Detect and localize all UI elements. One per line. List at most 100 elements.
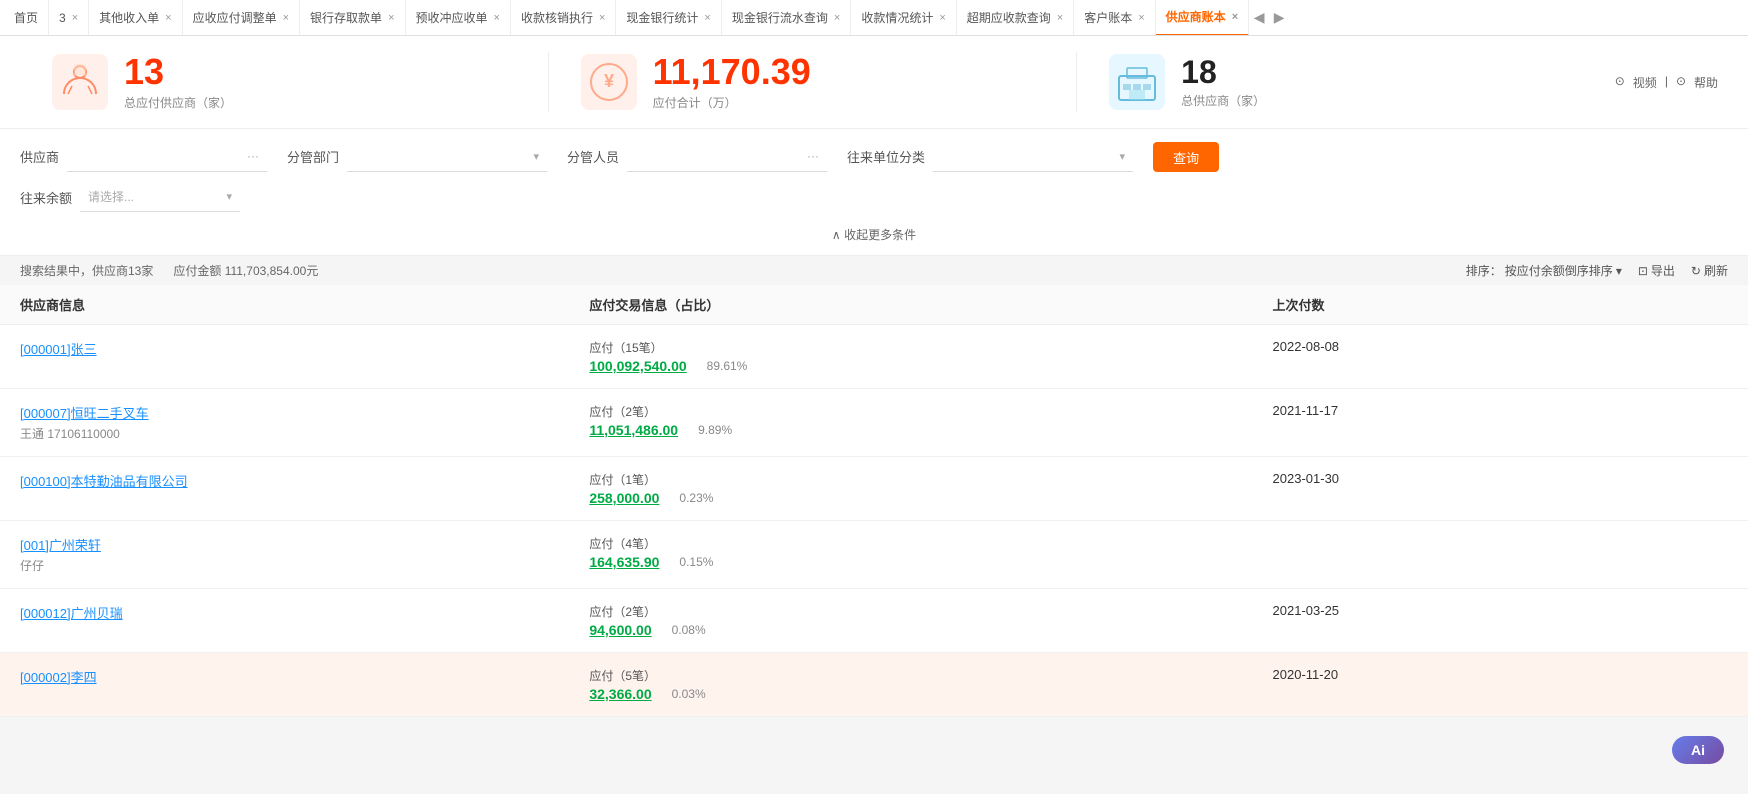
supplier-cell: [001]广州荣轩 仔仔 — [20, 535, 589, 574]
transaction-amount[interactable]: 258,000.00 — [589, 490, 659, 506]
stat-number-payable-total: 11,170.39 — [653, 54, 811, 90]
nav-tab-collection-label: 收款核销执行 — [521, 9, 593, 26]
lastpay-cell: 2022-08-08 — [1273, 339, 1728, 354]
table-body: [000001]张三 应付（15笔） 100,092,540.00 89.61%… — [0, 325, 1748, 717]
stat-card-payable-suppliers: 13 总应付供应商（家） — [20, 52, 549, 112]
nav-tab-prepay[interactable]: 预收冲应收单 × — [406, 0, 511, 36]
lastpay-date: 2020-11-20 — [1273, 667, 1339, 682]
nav-tab-3[interactable]: 3 × — [49, 0, 89, 36]
person-input[interactable] — [627, 141, 807, 171]
close-icon[interactable]: × — [72, 12, 78, 24]
nav-tab-cash-flow[interactable]: 现金银行流水查询 × — [722, 0, 851, 36]
table-row[interactable]: [001]广州荣轩 仔仔 应付（4笔） 164,635.90 0.15% — [0, 521, 1748, 589]
nav-tab-adjustment-label: 应收应付调整单 — [193, 9, 277, 26]
sort-arrow-icon[interactable]: ▾ — [1616, 264, 1622, 278]
close-icon[interactable]: × — [494, 12, 500, 24]
supplier-name-link[interactable]: [000012]广州贝瑞 — [20, 603, 589, 622]
col-header-supplier: 供应商信息 — [20, 295, 589, 314]
transaction-amount[interactable]: 100,092,540.00 — [589, 358, 686, 374]
export-button[interactable]: ⊡ 导出 — [1638, 262, 1675, 279]
nav-left-arrow[interactable]: ◀ — [1249, 0, 1269, 36]
result-amount: 应付金额 111,703,854.00元 — [173, 262, 318, 279]
supplier-cell: [000002]李四 — [20, 667, 589, 686]
collapse-bar[interactable]: ∧ 收起更多条件 — [20, 222, 1728, 247]
amount-row: 94,600.00 0.08% — [589, 622, 1272, 638]
result-info: 搜索结果中，供应商13家 应付金额 111,703,854.00元 — [20, 262, 318, 279]
supplier-name-link[interactable]: [000002]李四 — [20, 667, 589, 686]
table-row[interactable]: [000012]广州贝瑞 应付（2笔） 94,600.00 0.08% 2021… — [0, 589, 1748, 653]
payable-total-icon: ¥ — [579, 52, 639, 112]
query-button[interactable]: 查询 — [1153, 142, 1219, 172]
transaction-amount[interactable]: 11,051,486.00 — [589, 422, 678, 438]
nav-tab-collection[interactable]: 收款核销执行 × — [511, 0, 616, 36]
close-icon[interactable]: × — [1232, 11, 1238, 23]
close-icon[interactable]: × — [704, 12, 710, 24]
stat-card-total-suppliers: 18 总供应商（家） — [1077, 52, 1605, 112]
close-icon[interactable]: × — [939, 12, 945, 24]
transaction-amount[interactable]: 164,635.90 — [589, 554, 659, 570]
lastpay-cell: 2021-03-25 — [1273, 603, 1728, 618]
result-actions: 排序： 按应付余额倒序排序 ▾ ⊡ 导出 ↻ 刷新 — [1466, 262, 1728, 279]
supplier-name-link[interactable]: [000100]本特勤油品有限公司 — [20, 471, 589, 490]
stat-number-total-suppliers: 18 — [1181, 56, 1265, 88]
table-row[interactable]: [000007]恒旺二手叉车 王通 17106110000 应付（2笔） 11,… — [0, 389, 1748, 457]
nav-tab-customer-book[interactable]: 客户账本 × — [1074, 0, 1155, 36]
supplier-input[interactable] — [67, 141, 247, 171]
export-icon: ⊡ — [1638, 264, 1648, 278]
ai-badge[interactable]: Ai — [1672, 736, 1724, 764]
sort-label[interactable]: 按应付余额倒序排序 — [1505, 262, 1613, 279]
balance-filter-label: 往来余额 — [20, 188, 72, 207]
dept-select[interactable]: ▾ — [347, 142, 547, 172]
nav-tab-cash-stat[interactable]: 现金银行统计 × — [616, 0, 721, 36]
transaction-amount[interactable]: 32,366.00 — [589, 686, 651, 702]
close-icon[interactable]: × — [599, 12, 605, 24]
nav-tab-home-label: 首页 — [14, 9, 38, 26]
transaction-cell: 应付（1笔） 258,000.00 0.23% — [589, 471, 1272, 506]
transaction-pct: 0.03% — [672, 687, 706, 701]
svg-text:¥: ¥ — [604, 71, 614, 91]
nav-tab-other-income[interactable]: 其他收入单 × — [89, 0, 182, 36]
supplier-name-link[interactable]: [001]广州荣轩 — [20, 535, 589, 554]
close-icon[interactable]: × — [1057, 12, 1063, 24]
nav-tab-overdue[interactable]: 超期应收款查询 × — [957, 0, 1074, 36]
nav-tab-other-income-label: 其他收入单 — [99, 9, 159, 26]
table-row[interactable]: [000100]本特勤油品有限公司 应付（1笔） 258,000.00 0.23… — [0, 457, 1748, 521]
supplier-name-link[interactable]: [000007]恒旺二手叉车 — [20, 403, 589, 422]
table-row[interactable]: [000002]李四 应付（5笔） 32,366.00 0.03% 2020-1… — [0, 653, 1748, 717]
transaction-row: 应付（2笔） — [589, 403, 1272, 420]
nav-tab-home[interactable]: 首页 — [4, 0, 49, 36]
transaction-cell: 应付（2笔） 94,600.00 0.08% — [589, 603, 1272, 638]
close-icon[interactable]: × — [165, 12, 171, 24]
transaction-row: 应付（2笔） — [589, 603, 1272, 620]
transaction-cell: 应付（2笔） 11,051,486.00 9.89% — [589, 403, 1272, 438]
close-icon[interactable]: × — [388, 12, 394, 24]
transaction-info: 应付（4笔） 164,635.90 0.15% — [589, 535, 1272, 570]
transaction-amount[interactable]: 94,600.00 — [589, 622, 651, 638]
nav-tab-adjustment[interactable]: 应收应付调整单 × — [183, 0, 300, 36]
transaction-row: 应付（5笔） — [589, 667, 1272, 684]
dept-filter-label: 分管部门 — [287, 147, 339, 166]
category-select[interactable]: ▾ — [933, 142, 1133, 172]
supplier-cell: [000001]张三 — [20, 339, 589, 358]
nav-tab-collection-stat[interactable]: 收款情况统计 × — [851, 0, 956, 36]
close-icon[interactable]: × — [834, 12, 840, 24]
lastpay-cell: 2023-01-30 — [1273, 471, 1728, 486]
transaction-pct: 9.89% — [698, 423, 732, 437]
nav-bar: 首页 3 × 其他收入单 × 应收应付调整单 × 银行存取款单 × 预收冲应收单… — [0, 0, 1748, 36]
filter-row-2: 往来余额 请选择... ▾ — [20, 182, 1728, 212]
nav-tab-bank-deposit[interactable]: 银行存取款单 × — [300, 0, 405, 36]
nav-tab-supplier-book[interactable]: 供应商账本 × — [1156, 0, 1249, 36]
close-icon[interactable]: × — [283, 12, 289, 24]
video-link[interactable]: 视频 — [1633, 74, 1657, 91]
help-link[interactable]: 帮助 — [1694, 74, 1718, 91]
filter-dept: 分管部门 ▾ — [287, 142, 547, 172]
supplier-cell: [000012]广州贝瑞 — [20, 603, 589, 622]
transaction-label: 应付（1笔） — [589, 471, 656, 488]
refresh-button[interactable]: ↻ 刷新 — [1691, 262, 1728, 279]
nav-tab-cash-stat-label: 现金银行统计 — [626, 9, 698, 26]
nav-right-arrow[interactable]: ▶ — [1269, 0, 1289, 36]
table-row[interactable]: [000001]张三 应付（15笔） 100,092,540.00 89.61%… — [0, 325, 1748, 389]
close-icon[interactable]: × — [1138, 12, 1144, 24]
balance-select[interactable]: 请选择... ▾ — [80, 182, 240, 212]
supplier-name-link[interactable]: [000001]张三 — [20, 339, 589, 358]
